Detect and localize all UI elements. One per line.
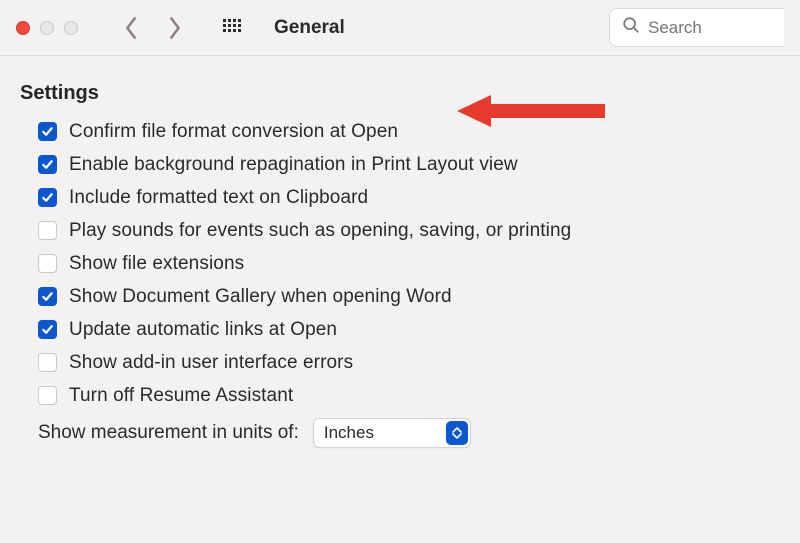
setting-label: Show add-in user interface errors <box>69 352 353 374</box>
setting-row[interactable]: Show file extensions <box>38 247 780 280</box>
search-input[interactable] <box>648 18 758 38</box>
setting-label: Include formatted text on Clipboard <box>69 187 368 209</box>
search-icon <box>622 16 640 39</box>
checkbox-unchecked-icon[interactable] <box>38 353 57 372</box>
checkbox-unchecked-icon[interactable] <box>38 221 57 240</box>
setting-row[interactable]: Include formatted text on Clipboard <box>38 181 780 214</box>
checkbox-checked-icon[interactable] <box>38 320 57 339</box>
close-window-button[interactable] <box>16 21 30 35</box>
setting-label: Turn off Resume Assistant <box>69 385 293 407</box>
setting-label: Confirm file format conversion at Open <box>69 121 398 143</box>
measurement-label: Show measurement in units of: <box>38 422 299 444</box>
content-area: Settings Confirm file format conversion … <box>0 56 800 448</box>
setting-label: Show Document Gallery when opening Word <box>69 286 452 308</box>
select-stepper-icon <box>446 421 468 445</box>
measurement-value: Inches <box>324 423 374 443</box>
setting-label: Update automatic links at Open <box>69 319 337 341</box>
setting-row[interactable]: Show Document Gallery when opening Word <box>38 280 780 313</box>
checkbox-checked-icon[interactable] <box>38 122 57 141</box>
show-all-icon[interactable] <box>222 18 242 38</box>
setting-row[interactable]: Play sounds for events such as opening, … <box>38 214 780 247</box>
back-button[interactable] <box>120 17 142 39</box>
page-title: General <box>274 17 345 39</box>
checkbox-checked-icon[interactable] <box>38 155 57 174</box>
setting-row[interactable]: Enable background repagination in Print … <box>38 148 780 181</box>
forward-button[interactable] <box>164 17 186 39</box>
window-controls <box>16 21 78 35</box>
checkbox-unchecked-icon[interactable] <box>38 254 57 273</box>
checkbox-unchecked-icon[interactable] <box>38 386 57 405</box>
toolbar: General <box>0 0 800 56</box>
section-title: Settings <box>20 82 780 105</box>
maximize-window-button[interactable] <box>64 21 78 35</box>
measurement-row: Show measurement in units of: Inches <box>38 412 780 448</box>
setting-label: Show file extensions <box>69 253 244 275</box>
settings-list: Confirm file format conversion at Open E… <box>20 115 780 448</box>
checkbox-checked-icon[interactable] <box>38 188 57 207</box>
setting-label: Enable background repagination in Print … <box>69 154 518 176</box>
setting-label: Play sounds for events such as opening, … <box>69 220 571 242</box>
setting-row[interactable]: Update automatic links at Open <box>38 313 780 346</box>
measurement-select[interactable]: Inches <box>313 418 471 448</box>
setting-row[interactable]: Turn off Resume Assistant <box>38 379 780 412</box>
checkbox-checked-icon[interactable] <box>38 287 57 306</box>
nav-controls <box>120 17 186 39</box>
setting-row[interactable]: Confirm file format conversion at Open <box>38 115 780 148</box>
setting-row[interactable]: Show add-in user interface errors <box>38 346 780 379</box>
minimize-window-button[interactable] <box>40 21 54 35</box>
search-field[interactable] <box>609 8 784 47</box>
